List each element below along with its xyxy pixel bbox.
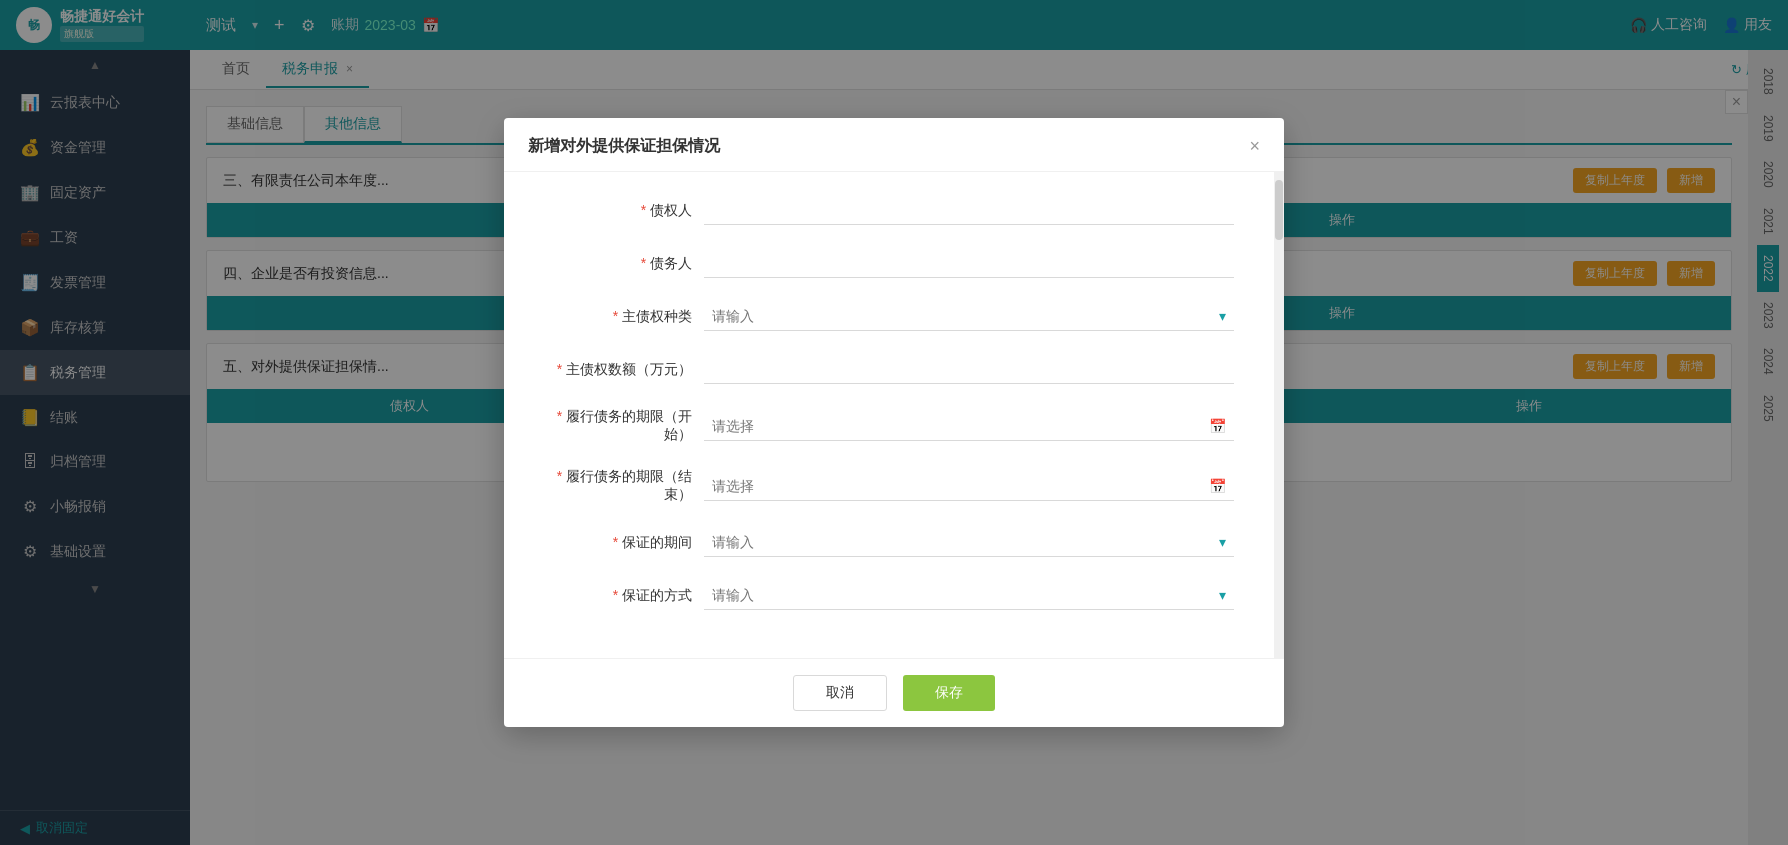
required-star-debt-type: * bbox=[613, 308, 618, 324]
required-star-debt-amount: * bbox=[557, 361, 562, 377]
form-row-debt-type: * 主债权种类 ▾ bbox=[544, 302, 1234, 331]
required-star-period-start: * bbox=[557, 408, 562, 424]
select-guarantee-period[interactable] bbox=[704, 528, 1234, 556]
cancel-button[interactable]: 取消 bbox=[793, 675, 887, 711]
select-debt-type[interactable] bbox=[704, 302, 1234, 330]
input-creditor[interactable] bbox=[704, 196, 1234, 225]
required-star-debtor: * bbox=[641, 255, 646, 271]
date-period-start[interactable] bbox=[704, 412, 1234, 440]
select-debt-type-wrap: ▾ bbox=[704, 302, 1234, 331]
calendar-start-icon[interactable]: 📅 bbox=[1209, 418, 1226, 434]
label-guarantee-period: * 保证的期间 bbox=[544, 534, 704, 552]
date-period-start-wrap: 📅 bbox=[704, 412, 1234, 441]
label-debt-type: * 主债权种类 bbox=[544, 308, 704, 326]
label-period-start: * 履行债务的期限（开始） bbox=[544, 408, 704, 444]
date-period-end-wrap: 📅 bbox=[704, 472, 1234, 501]
modal-scrollbar-thumb[interactable] bbox=[1275, 180, 1283, 240]
modal-close-button[interactable]: × bbox=[1249, 136, 1260, 157]
modal-body: * 债权人 * 债务人 * 主债权种 bbox=[504, 172, 1274, 658]
select-guarantee-period-wrap: ▾ bbox=[704, 528, 1234, 557]
modal-overlay: 新增对外提供保证担保情况 × * 债权人 bbox=[0, 0, 1788, 845]
label-debt-amount: * 主债权数额（万元） bbox=[544, 361, 704, 379]
input-debt-amount[interactable] bbox=[704, 355, 1234, 384]
date-period-end[interactable] bbox=[704, 472, 1234, 500]
form-row-creditor: * 债权人 bbox=[544, 196, 1234, 225]
form-row-debt-amount: * 主债权数额（万元） bbox=[544, 355, 1234, 384]
calendar-end-icon[interactable]: 📅 bbox=[1209, 478, 1226, 494]
form-row-period-start: * 履行债务的期限（开始） 📅 bbox=[544, 408, 1234, 444]
required-star-guarantee-period: * bbox=[613, 534, 618, 550]
label-period-end: * 履行债务的期限（结束） bbox=[544, 468, 704, 504]
modal-scrollbar-track bbox=[1274, 172, 1284, 658]
label-guarantee-method: * 保证的方式 bbox=[544, 587, 704, 605]
save-button[interactable]: 保存 bbox=[903, 675, 995, 711]
required-star-creditor: * bbox=[641, 202, 646, 218]
modal-dialog: 新增对外提供保证担保情况 × * 债权人 bbox=[504, 118, 1284, 727]
form-row-guarantee-method: * 保证的方式 ▾ bbox=[544, 581, 1234, 610]
modal-footer: 取消 保存 bbox=[504, 658, 1284, 727]
select-guarantee-method-wrap: ▾ bbox=[704, 581, 1234, 610]
label-creditor: * 债权人 bbox=[544, 202, 704, 220]
modal-header: 新增对外提供保证担保情况 × bbox=[504, 118, 1284, 172]
modal-title: 新增对外提供保证担保情况 bbox=[528, 136, 720, 157]
required-star-period-end: * bbox=[557, 468, 562, 484]
form-row-debtor: * 债务人 bbox=[544, 249, 1234, 278]
label-debtor: * 债务人 bbox=[544, 255, 704, 273]
required-star-guarantee-method: * bbox=[613, 587, 618, 603]
form-row-guarantee-period: * 保证的期间 ▾ bbox=[544, 528, 1234, 557]
select-guarantee-method[interactable] bbox=[704, 581, 1234, 609]
input-debtor[interactable] bbox=[704, 249, 1234, 278]
form-row-period-end: * 履行债务的期限（结束） 📅 bbox=[544, 468, 1234, 504]
